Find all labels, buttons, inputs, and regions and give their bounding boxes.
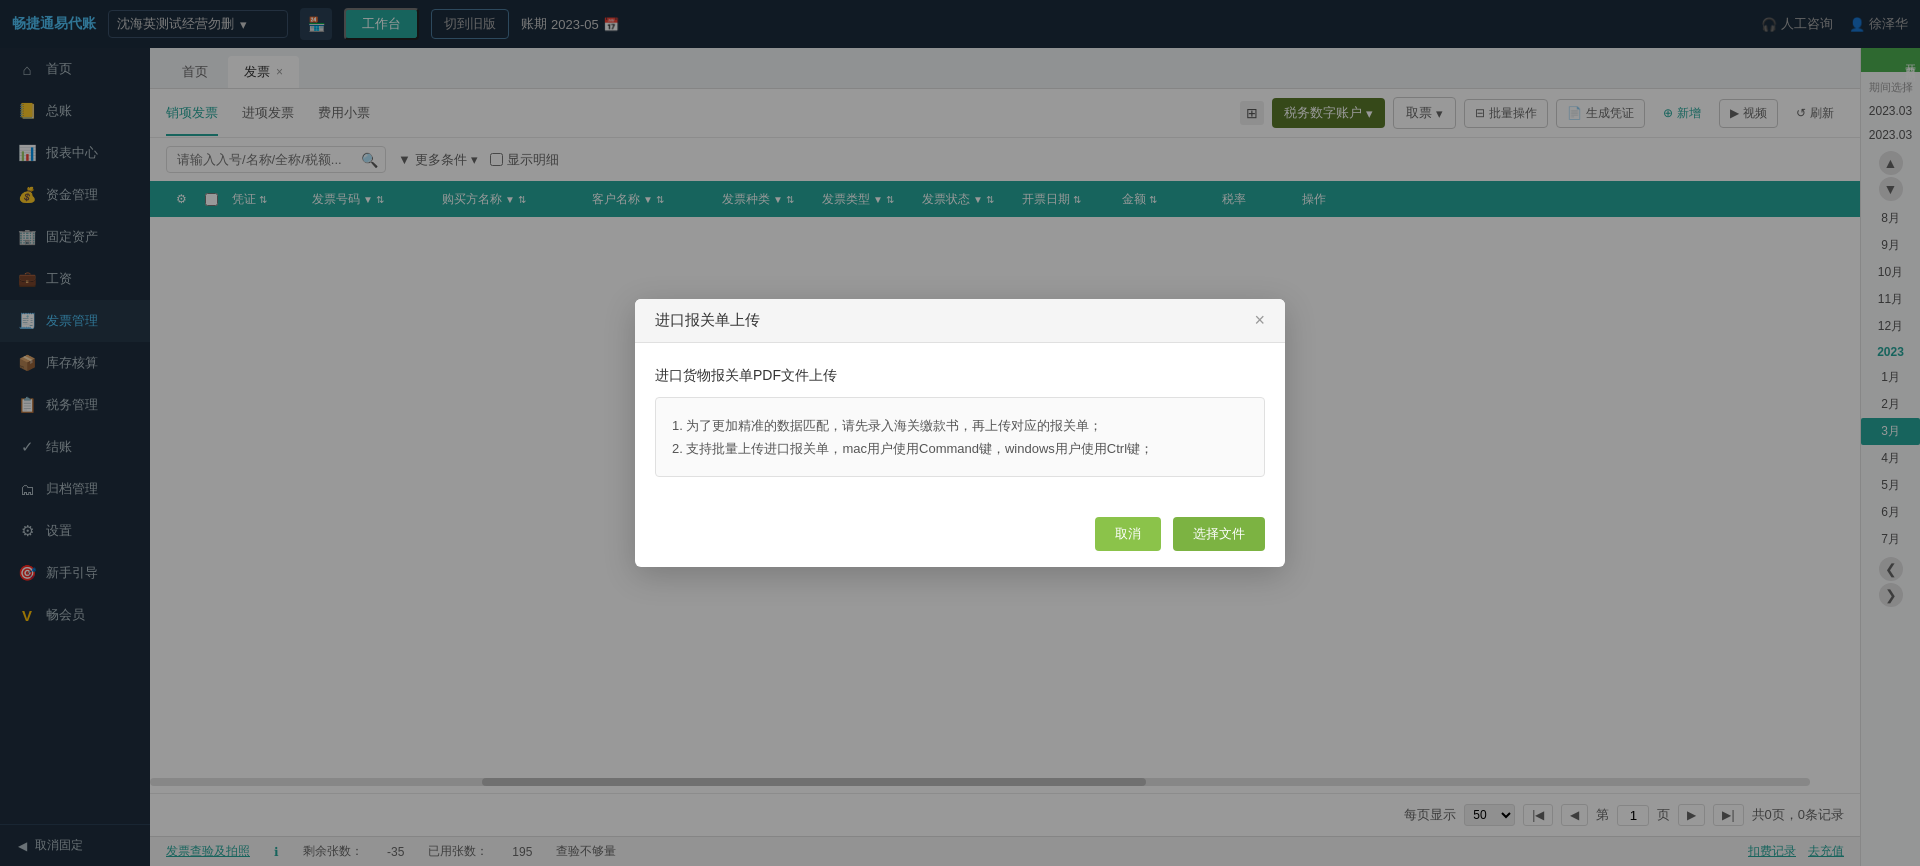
modal-footer: 取消 选择文件 [635, 501, 1285, 567]
modal-info-item-1: 1. 为了更加精准的数据匹配，请先录入海关缴款书，再上传对应的报关单； [672, 414, 1248, 437]
modal-header: 进口报关单上传 × [635, 299, 1285, 343]
modal-title: 进口报关单上传 [655, 311, 760, 330]
modal-body: 进口货物报关单PDF文件上传 1. 为了更加精准的数据匹配，请先录入海关缴款书，… [635, 343, 1285, 502]
modal-section-title: 进口货物报关单PDF文件上传 [655, 367, 1265, 385]
modal-confirm-btn[interactable]: 选择文件 [1173, 517, 1265, 551]
modal-overlay[interactable]: 进口报关单上传 × 进口货物报关单PDF文件上传 1. 为了更加精准的数据匹配，… [0, 0, 1920, 866]
modal-cancel-btn[interactable]: 取消 [1095, 517, 1161, 551]
modal-close-btn[interactable]: × [1254, 311, 1265, 329]
modal-dialog: 进口报关单上传 × 进口货物报关单PDF文件上传 1. 为了更加精准的数据匹配，… [635, 299, 1285, 568]
modal-info-box: 1. 为了更加精准的数据匹配，请先录入海关缴款书，再上传对应的报关单； 2. 支… [655, 397, 1265, 478]
modal-info-item-2: 2. 支持批量上传进口报关单，mac用户使用Command键，windows用户… [672, 437, 1248, 460]
